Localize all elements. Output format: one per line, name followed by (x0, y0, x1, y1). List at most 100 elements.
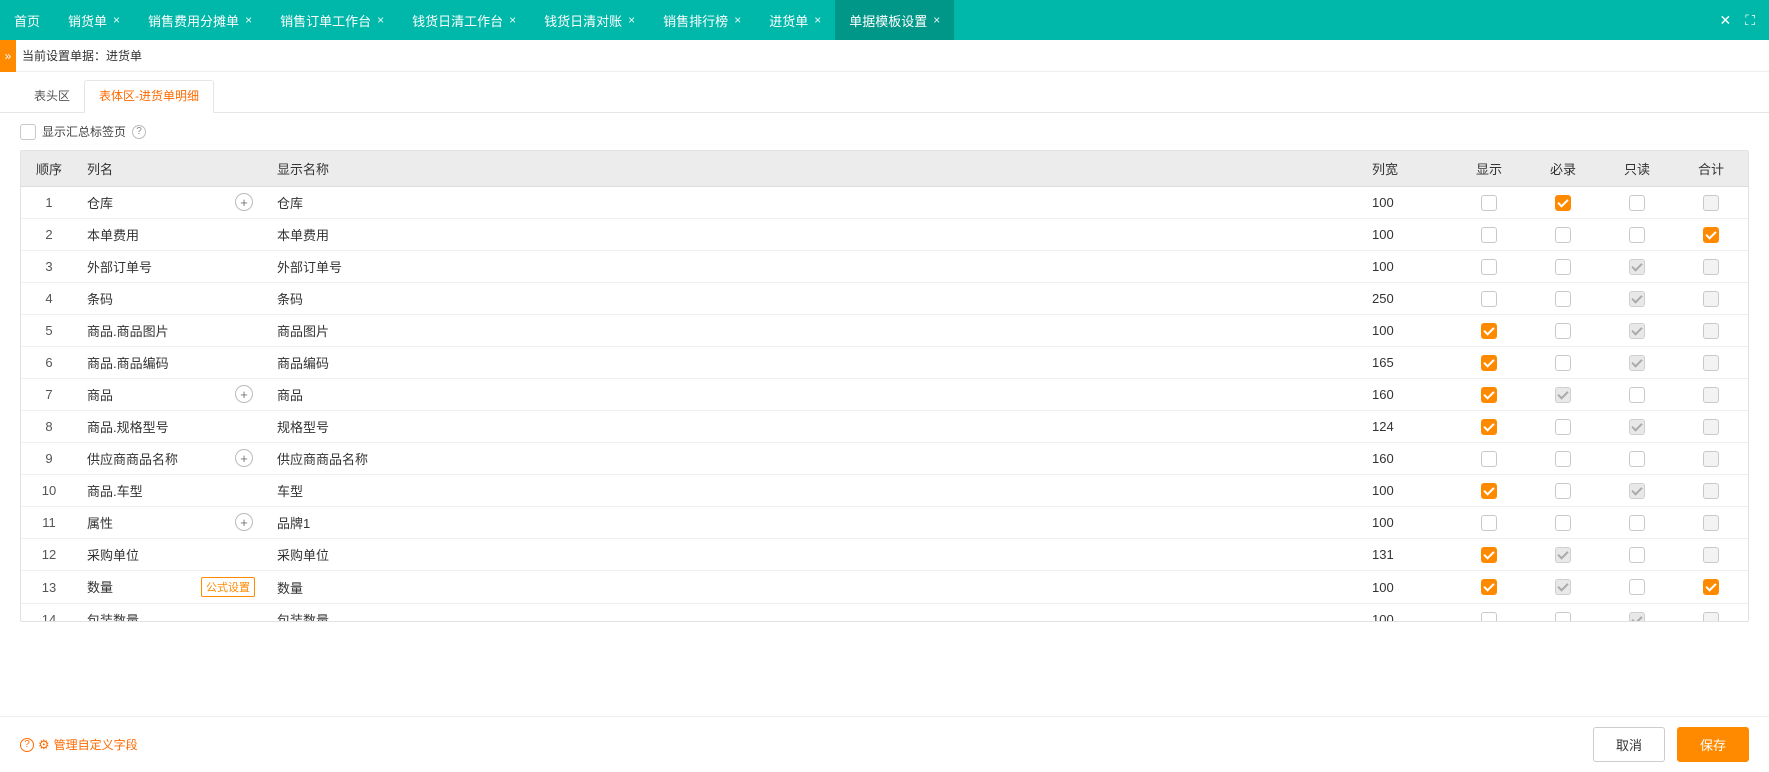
checkbox-required[interactable] (1555, 291, 1571, 307)
top-tab-4[interactable]: 钱货日清工作台× (398, 0, 530, 40)
cell-display[interactable]: 商品图片 (267, 315, 1362, 347)
checkbox-total[interactable] (1703, 227, 1719, 243)
cell-display[interactable]: 采购单位 (267, 539, 1362, 571)
checkbox-required[interactable] (1555, 259, 1571, 275)
checkbox-show[interactable] (1481, 323, 1497, 339)
cell-width[interactable]: 100 (1362, 315, 1452, 347)
cell-width[interactable]: 100 (1362, 604, 1452, 622)
cell-width[interactable]: 100 (1362, 219, 1452, 251)
checkbox-required[interactable] (1555, 195, 1571, 211)
checkbox-show[interactable] (1481, 387, 1497, 403)
cell-display[interactable]: 条码 (267, 283, 1362, 315)
table-row[interactable]: 3外部订单号外部订单号100 (21, 251, 1748, 283)
cell-width[interactable]: 160 (1362, 443, 1452, 475)
cell-width[interactable]: 100 (1362, 507, 1452, 539)
section-tab-1[interactable]: 表体区-进货单明细 (84, 80, 214, 113)
collapse-toggle-icon[interactable]: » (0, 40, 16, 72)
cell-display[interactable]: 外部订单号 (267, 251, 1362, 283)
cell-display[interactable]: 商品编码 (267, 347, 1362, 379)
cell-width[interactable]: 131 (1362, 539, 1452, 571)
checkbox-required[interactable] (1555, 227, 1571, 243)
cell-display[interactable]: 车型 (267, 475, 1362, 507)
table-row[interactable]: 13数量公式设置数量100 (21, 571, 1748, 604)
summary-checkbox[interactable] (20, 124, 36, 140)
checkbox-total[interactable] (1703, 579, 1719, 595)
checkbox-readonly[interactable] (1629, 227, 1645, 243)
table-row[interactable]: 8商品.规格型号规格型号124 (21, 411, 1748, 443)
checkbox-show[interactable] (1481, 291, 1497, 307)
checkbox-required[interactable] (1555, 451, 1571, 467)
cell-width[interactable]: 165 (1362, 347, 1452, 379)
checkbox-show[interactable] (1481, 227, 1497, 243)
cell-display[interactable]: 品牌1 (267, 507, 1362, 539)
checkbox-required[interactable] (1555, 355, 1571, 371)
cell-width[interactable]: 160 (1362, 379, 1452, 411)
top-tab-6[interactable]: 销售排行榜× (649, 0, 755, 40)
checkbox-required[interactable] (1555, 515, 1571, 531)
close-icon[interactable]: × (377, 13, 384, 27)
cell-display[interactable]: 包装数量 (267, 604, 1362, 622)
cell-width[interactable]: 100 (1362, 571, 1452, 604)
checkbox-readonly[interactable] (1629, 579, 1645, 595)
help-icon[interactable]: ? (132, 125, 146, 139)
checkbox-required[interactable] (1555, 483, 1571, 499)
checkbox-show[interactable] (1481, 515, 1497, 531)
top-tab-1[interactable]: 销货单× (54, 0, 134, 40)
table-scroll[interactable]: 顺序 列名 显示名称 列宽 显示 必录 只读 合计 1仓库+仓库1002本单费用… (21, 151, 1748, 621)
cell-display[interactable]: 本单费用 (267, 219, 1362, 251)
close-icon[interactable]: × (509, 13, 516, 27)
add-icon[interactable]: + (235, 449, 253, 467)
footer-help-icon[interactable]: ? (20, 738, 34, 752)
close-icon[interactable]: × (734, 13, 741, 27)
cancel-button[interactable]: 取消 (1593, 727, 1665, 762)
close-all-icon[interactable]: ✕ (1719, 12, 1731, 29)
section-tab-0[interactable]: 表头区 (20, 81, 84, 112)
top-tab-2[interactable]: 销售费用分摊单× (134, 0, 266, 40)
checkbox-show[interactable] (1481, 195, 1497, 211)
close-icon[interactable]: × (113, 13, 120, 27)
top-tab-5[interactable]: 钱货日清对账× (530, 0, 649, 40)
formula-button[interactable]: 公式设置 (201, 577, 255, 597)
checkbox-show[interactable] (1481, 612, 1497, 621)
save-button[interactable]: 保存 (1677, 727, 1749, 762)
table-row[interactable]: 1仓库+仓库100 (21, 187, 1748, 219)
table-row[interactable]: 14包装数量包装数量100 (21, 604, 1748, 622)
add-icon[interactable]: + (235, 193, 253, 211)
table-row[interactable]: 4条码条码250 (21, 283, 1748, 315)
top-tab-0[interactable]: 首页 (0, 0, 54, 40)
checkbox-show[interactable] (1481, 579, 1497, 595)
cell-width[interactable]: 100 (1362, 251, 1452, 283)
cell-width[interactable]: 100 (1362, 187, 1452, 219)
cell-width[interactable]: 100 (1362, 475, 1452, 507)
table-row[interactable]: 12采购单位采购单位131 (21, 539, 1748, 571)
checkbox-readonly[interactable] (1629, 515, 1645, 531)
table-row[interactable]: 11属性+品牌1100 (21, 507, 1748, 539)
checkbox-show[interactable] (1481, 259, 1497, 275)
table-row[interactable]: 6商品.商品编码商品编码165 (21, 347, 1748, 379)
checkbox-required[interactable] (1555, 612, 1571, 621)
fullscreen-icon[interactable]: ⛶ (1745, 12, 1755, 29)
table-row[interactable]: 10商品.车型车型100 (21, 475, 1748, 507)
table-row[interactable]: 5商品.商品图片商品图片100 (21, 315, 1748, 347)
cell-width[interactable]: 250 (1362, 283, 1452, 315)
close-icon[interactable]: × (814, 13, 821, 27)
cell-display[interactable]: 商品 (267, 379, 1362, 411)
add-icon[interactable]: + (235, 385, 253, 403)
checkbox-required[interactable] (1555, 419, 1571, 435)
checkbox-show[interactable] (1481, 483, 1497, 499)
checkbox-show[interactable] (1481, 355, 1497, 371)
manage-custom-fields-link[interactable]: 管理自定义字段 (54, 736, 138, 753)
close-icon[interactable]: × (245, 13, 252, 27)
checkbox-required[interactable] (1555, 323, 1571, 339)
checkbox-readonly[interactable] (1629, 387, 1645, 403)
top-tab-8[interactable]: 单据模板设置× (835, 0, 954, 40)
checkbox-show[interactable] (1481, 419, 1497, 435)
cell-display[interactable]: 数量 (267, 571, 1362, 604)
top-tab-7[interactable]: 进货单× (755, 0, 835, 40)
cell-display[interactable]: 规格型号 (267, 411, 1362, 443)
close-icon[interactable]: × (933, 13, 940, 27)
table-row[interactable]: 2本单费用本单费用100 (21, 219, 1748, 251)
add-icon[interactable]: + (235, 513, 253, 531)
cell-display[interactable]: 供应商商品名称 (267, 443, 1362, 475)
checkbox-show[interactable] (1481, 451, 1497, 467)
